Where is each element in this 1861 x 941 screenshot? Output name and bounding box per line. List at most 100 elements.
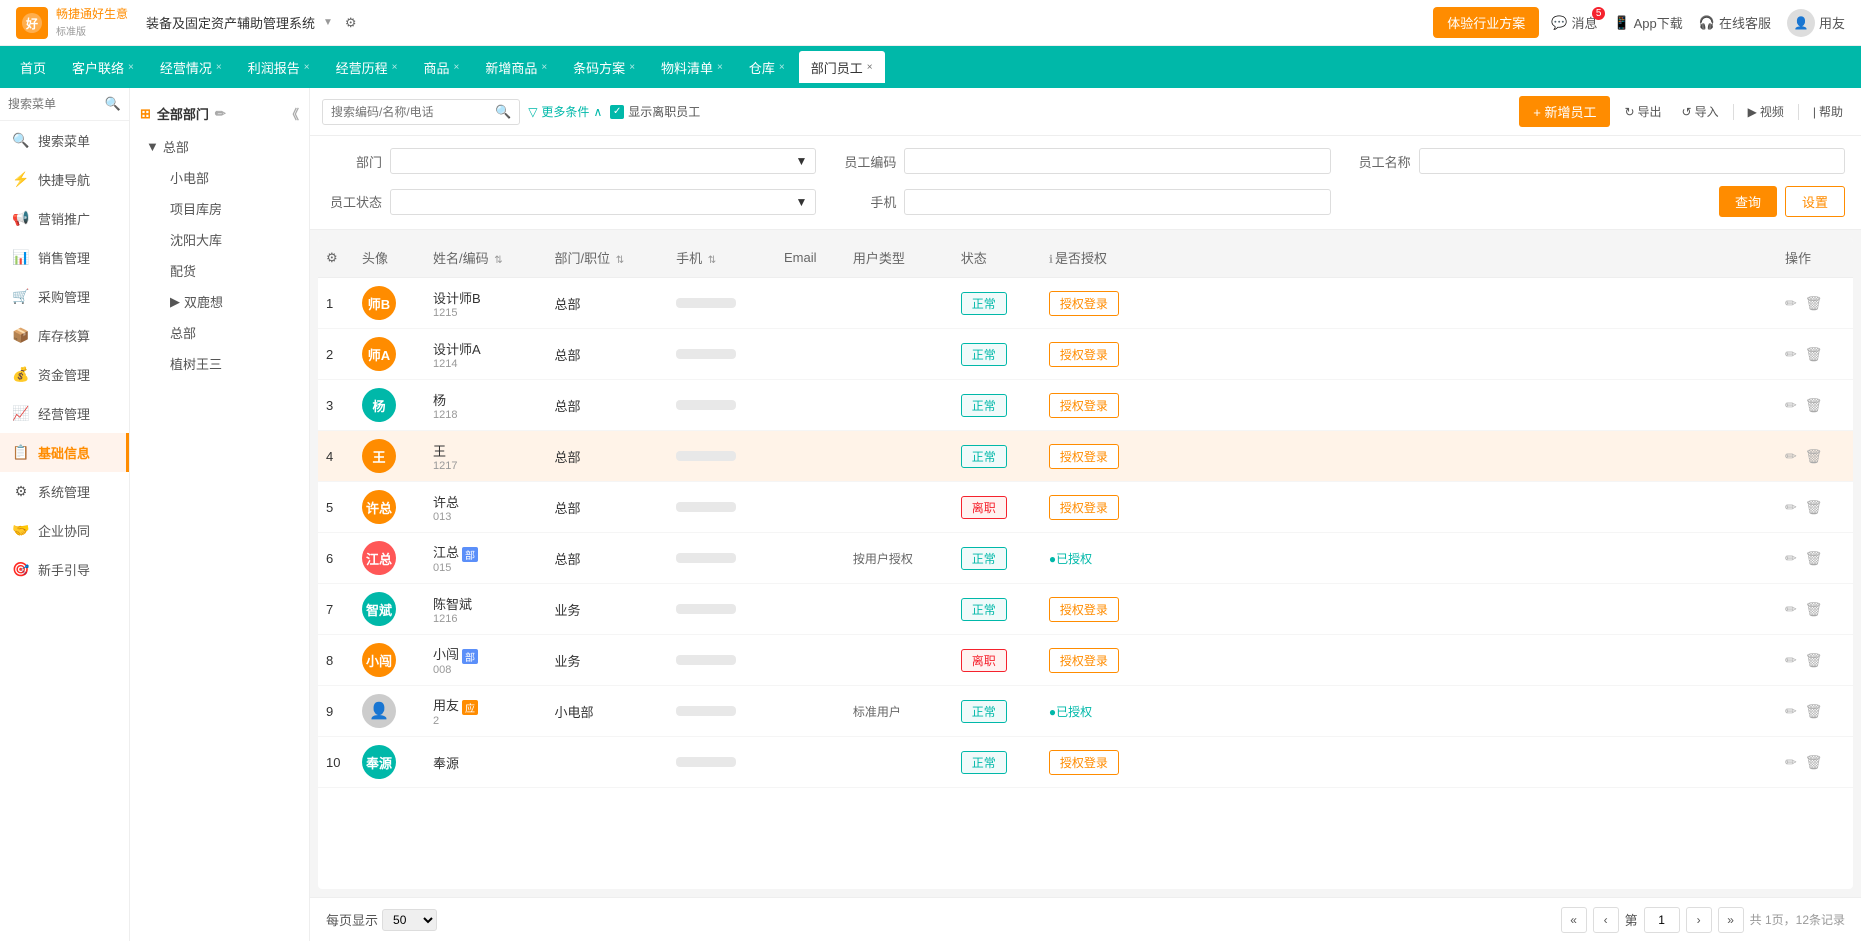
sidebar-item-搜索菜单[interactable]: 🔍 搜索菜单 — [0, 121, 129, 160]
help-btn[interactable]: | 帮助 — [1807, 99, 1849, 124]
col-settings[interactable]: ⚙ — [318, 238, 354, 278]
auth-login-button[interactable]: 授权登录 — [1049, 597, 1119, 622]
auth-login-button[interactable]: 授权登录 — [1049, 648, 1119, 673]
sidebar-item-采购管理[interactable]: 🛒 采购管理 — [0, 277, 129, 316]
tab-close-icon[interactable]: × — [779, 62, 785, 73]
page-input[interactable] — [1644, 907, 1680, 933]
app-download-btn[interactable]: 📱 App下载 — [1613, 13, 1682, 32]
user-area[interactable]: 👤 用友 — [1787, 9, 1845, 37]
delete-icon[interactable]: 🗑 — [1805, 397, 1823, 414]
dept-node-zhishu[interactable]: 植树王三 — [154, 348, 309, 379]
nav-tab-经营历程[interactable]: 经营历程× — [324, 51, 410, 83]
edit-icon[interactable]: ✏ — [1785, 754, 1797, 771]
nav-tab-经营情况[interactable]: 经营情况× — [148, 51, 234, 83]
add-employee-button[interactable]: + 新增员工 — [1519, 96, 1610, 127]
tab-close-icon[interactable]: × — [216, 62, 222, 73]
delete-icon[interactable]: 🗑 — [1805, 550, 1823, 567]
edit-icon[interactable]: ✏ — [1785, 346, 1797, 363]
dept-collapse-icon[interactable]: 《 — [286, 104, 299, 123]
dept-node-xiaodian[interactable]: 小电部 — [154, 162, 309, 193]
sidebar-item-基础信息[interactable]: 📋 基础信息 — [0, 433, 129, 472]
sidebar-item-系统管理[interactable]: ⚙ 系统管理 — [0, 472, 129, 511]
sidebar-item-库存核算[interactable]: 📦 库存核算 — [0, 316, 129, 355]
edit-icon[interactable]: ✏ — [1785, 397, 1797, 414]
nav-tab-部门员工[interactable]: 部门员工× — [799, 51, 885, 83]
tab-close-icon[interactable]: × — [867, 62, 873, 73]
col-phone[interactable]: 手机 ⇅ — [668, 238, 776, 278]
phone-input[interactable] — [904, 189, 1330, 215]
auth-login-button[interactable]: 授权登录 — [1049, 393, 1119, 418]
sidebar-item-销售管理[interactable]: 📊 销售管理 — [0, 238, 129, 277]
nav-tab-利润报告[interactable]: 利润报告× — [236, 51, 322, 83]
auth-login-button[interactable]: 授权登录 — [1049, 750, 1119, 775]
edit-icon[interactable]: ✏ — [1785, 499, 1797, 516]
delete-icon[interactable]: 🗑 — [1805, 295, 1823, 312]
message-btn[interactable]: 💬 消息 5 — [1551, 13, 1597, 32]
edit-icon[interactable]: ✏ — [1785, 652, 1797, 669]
tab-close-icon[interactable]: × — [717, 62, 723, 73]
nav-tab-条码方案[interactable]: 条码方案× — [561, 51, 647, 83]
dept-node-root[interactable]: ▼ 总部 — [130, 131, 309, 162]
nav-tab-客户联络[interactable]: 客户联络× — [60, 51, 146, 83]
delete-icon[interactable]: 🗑 — [1805, 601, 1823, 618]
dept-node-shenyang[interactable]: 沈阳大库 — [154, 224, 309, 255]
dept-node-peihuo[interactable]: 配货 — [154, 255, 309, 286]
nav-tab-首页[interactable]: 首页 — [8, 51, 58, 83]
view-btn[interactable]: ▶ 视频 — [1742, 99, 1790, 124]
delete-icon[interactable]: 🗑 — [1805, 499, 1823, 516]
sidebar-item-营销推广[interactable]: 📢 营销推广 — [0, 199, 129, 238]
tab-close-icon[interactable]: × — [128, 62, 134, 73]
tab-close-icon[interactable]: × — [629, 62, 635, 73]
prev-page-btn[interactable]: ‹ — [1593, 907, 1619, 933]
sidebar-item-经营管理[interactable]: 📈 经营管理 — [0, 394, 129, 433]
delete-icon[interactable]: 🗑 — [1805, 754, 1823, 771]
sidebar-item-企业协同[interactable]: 🤝 企业协同 — [0, 511, 129, 550]
delete-icon[interactable]: 🗑 — [1805, 652, 1823, 669]
delete-icon[interactable]: 🗑 — [1805, 448, 1823, 465]
nav-tab-物料清单[interactable]: 物料清单× — [649, 51, 735, 83]
nav-tab-仓库[interactable]: 仓库× — [737, 51, 797, 83]
last-page-btn[interactable]: » — [1718, 907, 1744, 933]
dept-node-shuanglu[interactable]: ▶ 双鹿想 — [154, 286, 309, 317]
delete-icon[interactable]: 🗑 — [1805, 703, 1823, 720]
nav-tab-商品[interactable]: 商品× — [411, 51, 471, 83]
col-name[interactable]: 姓名/编码 ⇅ — [425, 238, 547, 278]
empname-input[interactable] — [1419, 148, 1845, 174]
tab-close-icon[interactable]: × — [392, 62, 398, 73]
import-btn[interactable]: ↺ 导入 — [1676, 99, 1725, 124]
dept-node-zongbu[interactable]: 总部 — [154, 317, 309, 348]
tab-close-icon[interactable]: × — [541, 62, 547, 73]
nav-tab-新增商品[interactable]: 新增商品× — [473, 51, 559, 83]
export-btn[interactable]: ↻ 导出 — [1618, 99, 1667, 124]
sidebar-item-新手引导[interactable]: 🎯 新手引导 — [0, 550, 129, 589]
page-size-select[interactable]: 50 100 — [382, 909, 437, 931]
auth-login-button[interactable]: 授权登录 — [1049, 444, 1119, 469]
auth-login-button[interactable]: 授权登录 — [1049, 342, 1119, 367]
first-page-btn[interactable]: « — [1561, 907, 1587, 933]
search-input[interactable] — [331, 105, 491, 119]
sidebar-search-input[interactable] — [8, 97, 101, 111]
status-select[interactable]: ▼ — [390, 189, 816, 215]
filter-more-btn[interactable]: ▽ 更多条件 ∧ — [528, 103, 602, 120]
online-service-btn[interactable]: 🎧 在线客服 — [1699, 13, 1771, 32]
col-dept[interactable]: 部门/职位 ⇅ — [547, 238, 669, 278]
set-button[interactable]: 设置 — [1785, 186, 1845, 217]
edit-icon[interactable]: ✏ — [1785, 448, 1797, 465]
dept-select[interactable]: ▼ — [390, 148, 816, 174]
query-button[interactable]: 查询 — [1719, 186, 1777, 217]
next-page-btn[interactable]: › — [1686, 907, 1712, 933]
delete-icon[interactable]: 🗑 — [1805, 346, 1823, 363]
sidebar-item-资金管理[interactable]: 💰 资金管理 — [0, 355, 129, 394]
edit-icon[interactable]: ✏ — [1785, 295, 1797, 312]
edit-icon[interactable]: ✏ — [1785, 601, 1797, 618]
trial-button[interactable]: 体验行业方案 — [1433, 7, 1539, 38]
edit-icon[interactable]: ✏ — [1785, 550, 1797, 567]
dept-edit-icon[interactable]: ✏ — [215, 106, 226, 122]
show-resign-toggle[interactable]: ✓ 显示离职员工 — [610, 103, 700, 120]
auth-login-button[interactable]: 授权登录 — [1049, 291, 1119, 316]
edit-icon[interactable]: ✏ — [1785, 703, 1797, 720]
tab-close-icon[interactable]: × — [304, 62, 310, 73]
dept-node-xiangmu[interactable]: 项目库房 — [154, 193, 309, 224]
sidebar-item-快捷导航[interactable]: ⚡ 快捷导航 — [0, 160, 129, 199]
tab-close-icon[interactable]: × — [453, 62, 459, 73]
